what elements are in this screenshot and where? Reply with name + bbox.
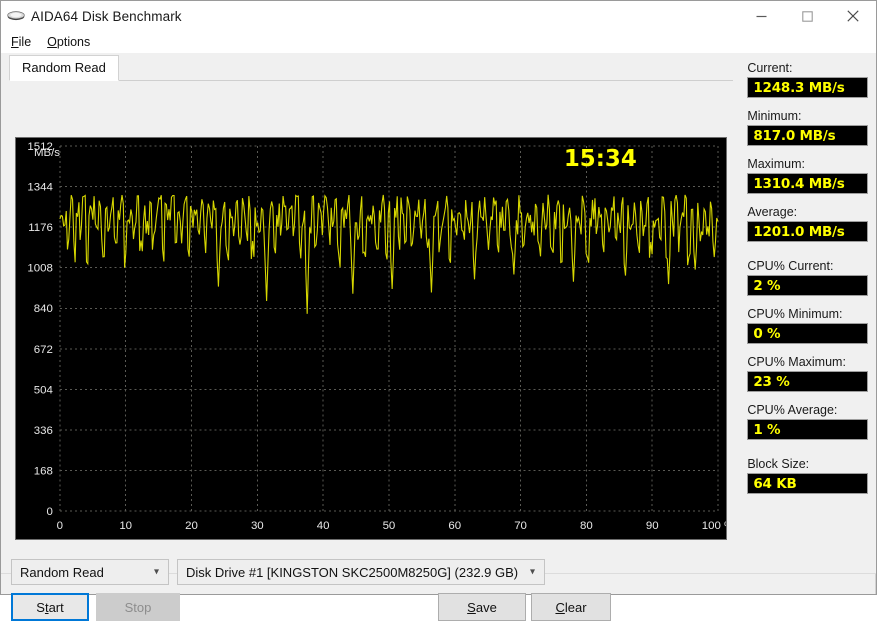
chart-timer: 15:34 [564,146,637,172]
minimum-value: 817.0 MB/s [747,125,868,146]
y-tick-label: 1344 [27,182,53,194]
clear-button[interactable]: Clear [531,593,611,621]
benchmark-chart: 0 168 336 504 672 840 1008 1176 1344 1512 0 10 20 30… [15,137,727,540]
test-type-value: Random Read [20,564,104,580]
y-tick-label: 840 [34,303,53,315]
x-tick-label: 30 [251,520,264,532]
y-tick-label: 0 [47,506,53,518]
menu-options-rest: ptions [56,35,91,49]
chart-canvas: 01683365046728401008117613441512 0 10 20 30… [16,138,726,539]
y-tick-label: 336 [34,425,53,437]
cpu-current-label: CPU% Current: [747,259,834,273]
x-tick-label: 70 [514,520,527,532]
minimize-button[interactable] [738,1,784,31]
start-button[interactable]: Start [11,593,89,621]
control-bar: Random Read ▾ Disk Drive #1 [KINGSTON SK… [1,548,741,628]
tab-random-read[interactable]: Random Read [9,55,119,81]
start-label: Start [36,599,64,615]
statistics-panel: Current: 1248.3 MB/s Minimum: 817.0 MB/s… [739,53,876,573]
window-title: AIDA64 Disk Benchmark [31,8,182,24]
x-tick-label: 10 [119,520,132,532]
current-label: Current: [747,61,793,75]
hard-drive-icon [3,1,29,31]
drive-select[interactable]: Disk Drive #1 [KINGSTON SKC2500M8250G] (… [177,559,545,585]
main-content: Random Read 0 168 336 504 672 840 1008 1176 1344… [1,53,876,621]
maximum-value: 1310.4 MB/s [747,173,868,194]
chevron-down-icon: ▾ [153,566,159,578]
x-tick-label: 80 [580,520,593,532]
block-size-label: Block Size: [747,457,810,471]
tab-strip: Random Read [9,55,734,81]
benchmark-pane: Random Read 0 168 336 504 672 840 1008 1176 1344… [1,53,739,621]
y-tick-label: 1008 [27,263,52,275]
current-value: 1248.3 MB/s [747,77,868,98]
maximum-label: Maximum: [747,157,805,171]
title-bar: AIDA64 Disk Benchmark [1,1,876,31]
x-tick-label: 50 [383,520,396,532]
cpu-average-label: CPU% Average: [747,403,838,417]
menu-file-rest: ile [18,35,32,49]
x-tick-label: 20 [185,520,198,532]
y-tick-label: 1176 [28,222,53,234]
x-tick-label: 0 [57,520,63,532]
stop-button: Stop [96,593,180,621]
stop-label: Stop [124,599,152,615]
save-label: Save [467,599,497,615]
drive-value: Disk Drive #1 [KINGSTON SKC2500M8250G] (… [186,564,519,580]
aida64-disk-benchmark-window: AIDA64 Disk Benchmark File Options Rando… [0,0,877,621]
x-tick-label: 100 % [702,520,726,532]
menu-item-file[interactable]: File [9,33,39,51]
block-size-value: 64 KB [747,473,868,494]
menu-item-options[interactable]: Options [45,33,98,51]
y-tick-label: 672 [34,344,53,356]
chart-y-axis-title: MB/s [34,147,60,159]
minimum-label: Minimum: [747,109,802,123]
chevron-down-icon: ▾ [529,566,535,578]
tab-label: Random Read [22,60,106,75]
y-tick-label: 504 [34,384,54,396]
close-button[interactable] [830,1,876,31]
test-type-select[interactable]: Random Read ▾ [11,559,169,585]
y-tick-label: 168 [34,466,53,478]
average-value: 1201.0 MB/s [747,221,868,242]
save-button[interactable]: Save [438,593,526,621]
cpu-average-value: 1 % [747,419,868,440]
cpu-minimum-label: CPU% Minimum: [747,307,843,321]
cpu-current-value: 2 % [747,275,868,296]
cpu-minimum-value: 0 % [747,323,868,344]
window-controls [738,1,876,31]
average-label: Average: [747,205,798,219]
maximize-button[interactable] [784,1,830,31]
x-tick-label: 60 [448,520,461,532]
cpu-maximum-value: 23 % [747,371,868,392]
x-tick-label: 90 [646,520,659,532]
x-tick-label: 40 [317,520,330,532]
cpu-maximum-label: CPU% Maximum: [747,355,846,369]
clear-label: Clear [555,599,587,615]
menu-bar: File Options [1,31,876,53]
